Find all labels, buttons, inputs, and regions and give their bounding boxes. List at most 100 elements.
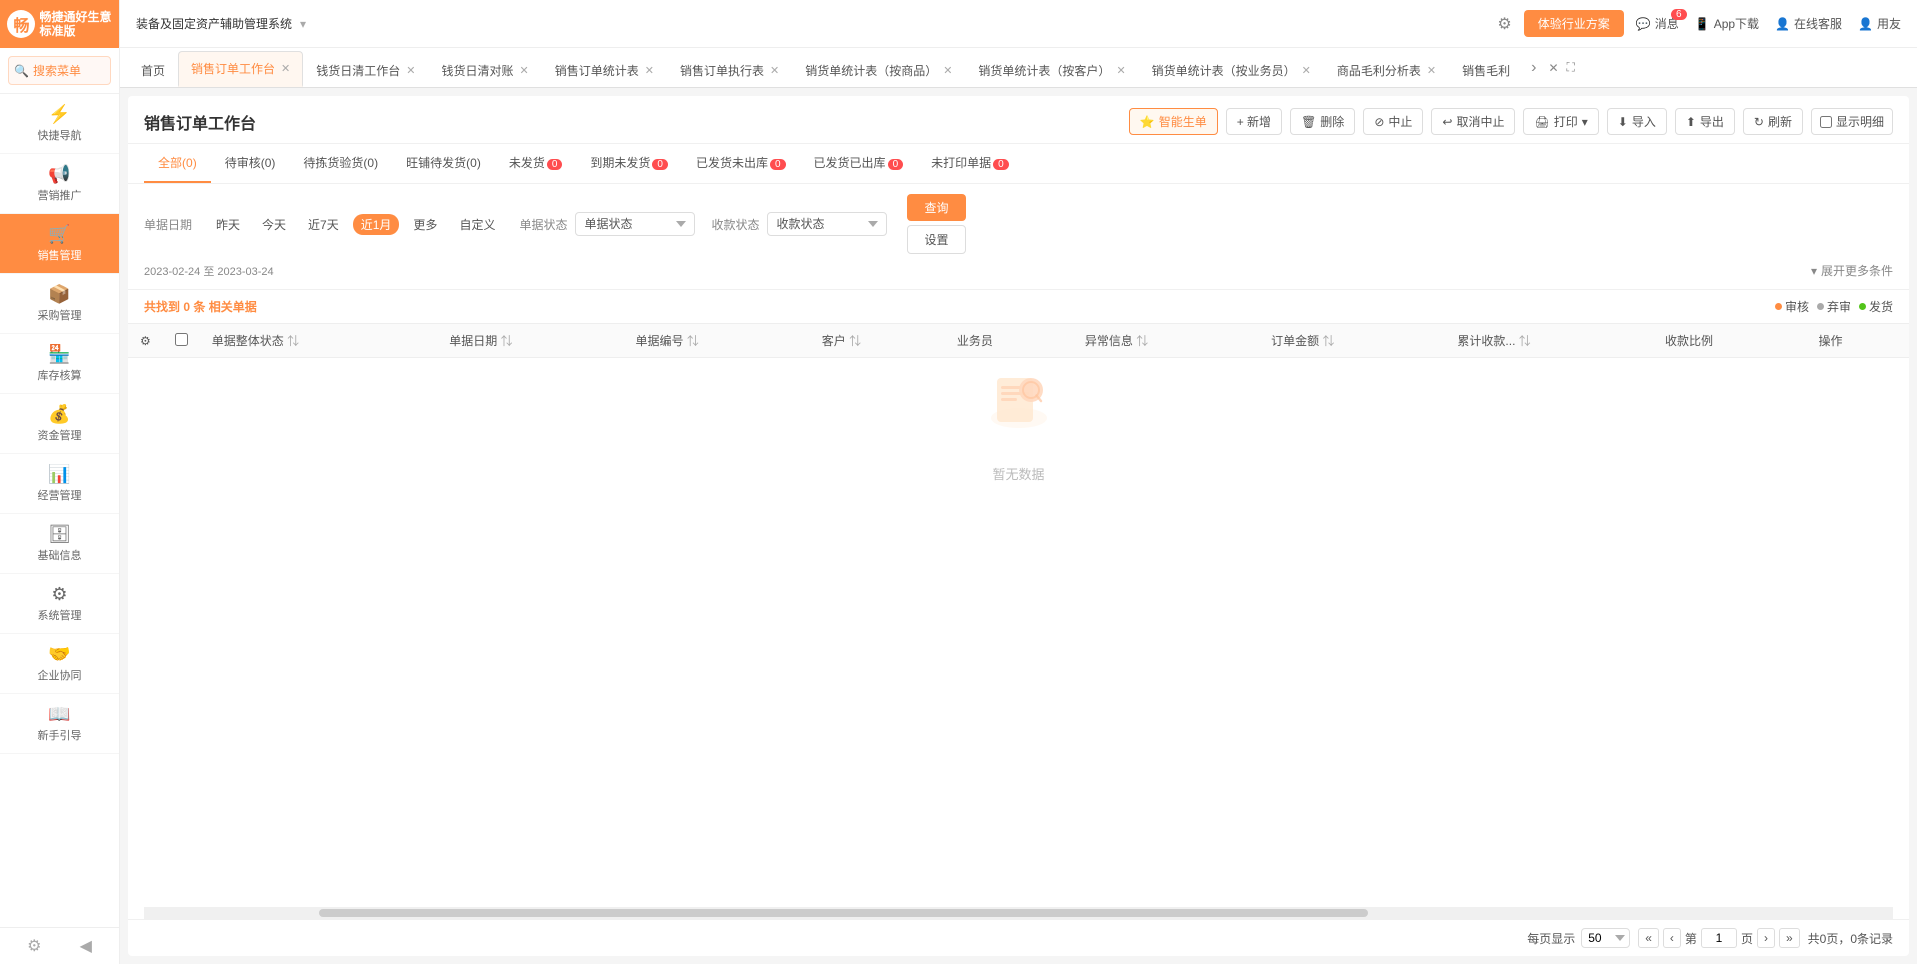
sub-tabs: 全部(0) 待审核(0) 待拣货验货(0) 旺铺待发货(0) 未发货0 到期未发…: [128, 144, 1909, 184]
first-page-btn[interactable]: «: [1638, 928, 1659, 948]
expand-filter-btn[interactable]: ▾ 展开更多条件: [1811, 262, 1893, 279]
scrollbar-thumb[interactable]: [319, 909, 1368, 917]
tab-scroll-right[interactable]: ›: [1523, 55, 1544, 81]
tab-sales-workbench[interactable]: 销售订单工作台 ✕: [178, 51, 303, 87]
sort-amount-icon[interactable]: ⇅: [1322, 334, 1334, 348]
delete-btn[interactable]: 🗑 删除: [1290, 108, 1355, 135]
tab-close-sales-single-staff[interactable]: ✕: [1302, 64, 1311, 77]
sidebar-item-base[interactable]: 🗄 基础信息: [0, 514, 119, 574]
print-btn[interactable]: 🖨 打印 ▾: [1523, 108, 1598, 135]
status-filter-label: 单据状态: [519, 216, 567, 233]
sub-tab-all[interactable]: 全部(0): [144, 144, 211, 183]
title-dropdown-icon[interactable]: ▾: [300, 17, 306, 31]
tab-close-cash-reconcile[interactable]: ✕: [520, 64, 529, 77]
tab-sales-exec[interactable]: 销售订单执行表 ✕: [667, 53, 792, 87]
payment-select[interactable]: 收款状态: [767, 212, 887, 236]
tab-close-sales-stats[interactable]: ✕: [645, 64, 654, 77]
online-service-action[interactable]: 👤 在线客服: [1775, 15, 1842, 32]
sidebar-item-system[interactable]: ⚙ 系统管理: [0, 574, 119, 634]
tab-expand-btn[interactable]: ⛶: [1563, 56, 1579, 79]
sub-tab-pending-inspect[interactable]: 待拣货验货(0): [289, 144, 392, 183]
sidebar-item-enterprise[interactable]: 🤝 企业协同: [0, 634, 119, 694]
pause-btn[interactable]: ⊘ 中止: [1363, 108, 1423, 135]
sub-tab-overdue[interactable]: 到期未发货0: [576, 144, 682, 183]
sub-tab-not-shipped[interactable]: 未发货0: [495, 144, 577, 183]
cancel-pause-btn[interactable]: ↩ 取消中止: [1431, 108, 1515, 135]
tab-sales-single-staff[interactable]: 销货单统计表（按业务员） ✕: [1139, 53, 1324, 87]
settings-bottom-btn[interactable]: ⚙: [27, 936, 41, 956]
sidebar-item-quick-nav[interactable]: ⚡ 快捷导航: [0, 94, 119, 154]
tab-close-sales-single-product[interactable]: ✕: [943, 64, 952, 77]
refresh-btn[interactable]: ↻ 刷新: [1743, 108, 1803, 135]
sort-number-icon[interactable]: ⇅: [687, 334, 699, 348]
collapse-sidebar-btn[interactable]: ◀: [80, 936, 92, 956]
import-btn[interactable]: ⬇ 导入: [1607, 108, 1667, 135]
next-page-btn[interactable]: ›: [1757, 928, 1775, 948]
tab-close-cash-daily[interactable]: ✕: [406, 64, 415, 77]
tab-close-product-margin[interactable]: ✕: [1427, 64, 1436, 77]
industry-btn[interactable]: 体验行业方案: [1524, 10, 1624, 37]
th-checkbox[interactable]: [163, 324, 200, 358]
date-btn-today[interactable]: 今天: [254, 214, 294, 235]
sidebar-item-guide[interactable]: 📖 新手引导: [0, 694, 119, 754]
sub-tab-pending-review[interactable]: 待审核(0): [211, 144, 290, 183]
user-action[interactable]: 👤 用友: [1858, 15, 1901, 32]
tab-pin-btn[interactable]: ✕: [1544, 57, 1562, 79]
prev-page-btn[interactable]: ‹: [1663, 928, 1681, 948]
tab-sales-stats[interactable]: 销售订单统计表 ✕: [542, 53, 667, 87]
last-page-btn[interactable]: »: [1779, 928, 1800, 948]
sort-status-icon[interactable]: ⇅: [287, 334, 299, 348]
message-action[interactable]: 💬 6 消息: [1636, 15, 1679, 32]
tab-close-sales-single-customer[interactable]: ✕: [1116, 64, 1125, 77]
page-size-select[interactable]: 50 10 20 100: [1581, 928, 1630, 948]
date-btn-custom[interactable]: 自定义: [451, 214, 503, 235]
ship-action-btn[interactable]: 发货: [1859, 298, 1893, 315]
header-settings-icon[interactable]: ⚙: [1497, 14, 1511, 34]
sub-tab-shipped-out[interactable]: 已发货已出库0: [800, 144, 918, 183]
sidebar-item-inventory[interactable]: 🏪 库存核算: [0, 334, 119, 394]
tab-cash-reconcile[interactable]: 钱货日清对账 ✕: [428, 53, 541, 87]
tab-sales-revenue[interactable]: 销售毛利: [1449, 53, 1523, 87]
tab-close-sales-workbench[interactable]: ✕: [281, 62, 290, 75]
cancel-review-action-btn[interactable]: 弃审: [1817, 298, 1851, 315]
sort-abnormal-icon[interactable]: ⇅: [1136, 334, 1148, 348]
query-btn[interactable]: 查询: [907, 194, 965, 221]
set-btn[interactable]: 设置: [907, 225, 965, 254]
search-menu-button[interactable]: 🔍 搜索菜单: [8, 56, 111, 85]
display-detail-checkbox[interactable]: [1820, 116, 1832, 128]
horizontal-scrollbar[interactable]: [144, 907, 1893, 919]
sub-tab-wangpu[interactable]: 旺铺待发货(0): [392, 144, 495, 183]
sidebar-item-marketing[interactable]: 📢 营销推广: [0, 154, 119, 214]
app-download-action[interactable]: 📱 App下载: [1695, 15, 1759, 32]
tab-close-sales-exec[interactable]: ✕: [770, 64, 779, 77]
sidebar-item-finance[interactable]: 💰 资金管理: [0, 394, 119, 454]
tab-sales-single-customer[interactable]: 销货单统计表（按客户） ✕: [965, 53, 1138, 87]
tab-product-margin[interactable]: 商品毛利分析表 ✕: [1324, 53, 1449, 87]
select-all-checkbox[interactable]: [175, 333, 188, 346]
review-dot: [1775, 303, 1782, 310]
status-select[interactable]: 单据状态: [575, 212, 695, 236]
export-btn[interactable]: ⬆ 导出: [1675, 108, 1735, 135]
sub-tab-shipped-not-out[interactable]: 已发货未出库0: [682, 144, 800, 183]
review-action-btn[interactable]: 审核: [1775, 298, 1809, 315]
smart-create-btn[interactable]: ⭐ 智能生单: [1129, 108, 1218, 135]
tab-cash-daily[interactable]: 钱货日清工作台 ✕: [303, 53, 428, 87]
sidebar-item-operation[interactable]: 📊 经营管理: [0, 454, 119, 514]
page-input[interactable]: [1701, 928, 1737, 948]
tab-sales-single-product[interactable]: 销货单统计表（按商品） ✕: [792, 53, 965, 87]
date-btn-more[interactable]: 更多: [405, 214, 445, 235]
th-settings[interactable]: ⚙: [128, 324, 163, 358]
sort-date-icon[interactable]: ⇅: [501, 334, 513, 348]
sidebar-item-sales[interactable]: 🛒 销售管理: [0, 214, 119, 274]
date-btn-yesterday[interactable]: 昨天: [208, 214, 248, 235]
display-detail-toggle[interactable]: 显示明细: [1811, 108, 1893, 135]
sub-tab-not-printed[interactable]: 未打印单据0: [917, 144, 1023, 183]
tab-home[interactable]: 首页: [128, 53, 178, 87]
sort-customer-icon[interactable]: ⇅: [849, 334, 861, 348]
new-btn[interactable]: + 新增: [1226, 108, 1282, 135]
date-btn-7days[interactable]: 近7天: [300, 214, 347, 235]
sidebar-item-purchase[interactable]: 📦 采购管理: [0, 274, 119, 334]
date-btn-1month[interactable]: 近1月: [353, 214, 400, 235]
enterprise-icon: 🤝: [48, 644, 70, 665]
sort-collected-icon[interactable]: ⇅: [1519, 334, 1531, 348]
